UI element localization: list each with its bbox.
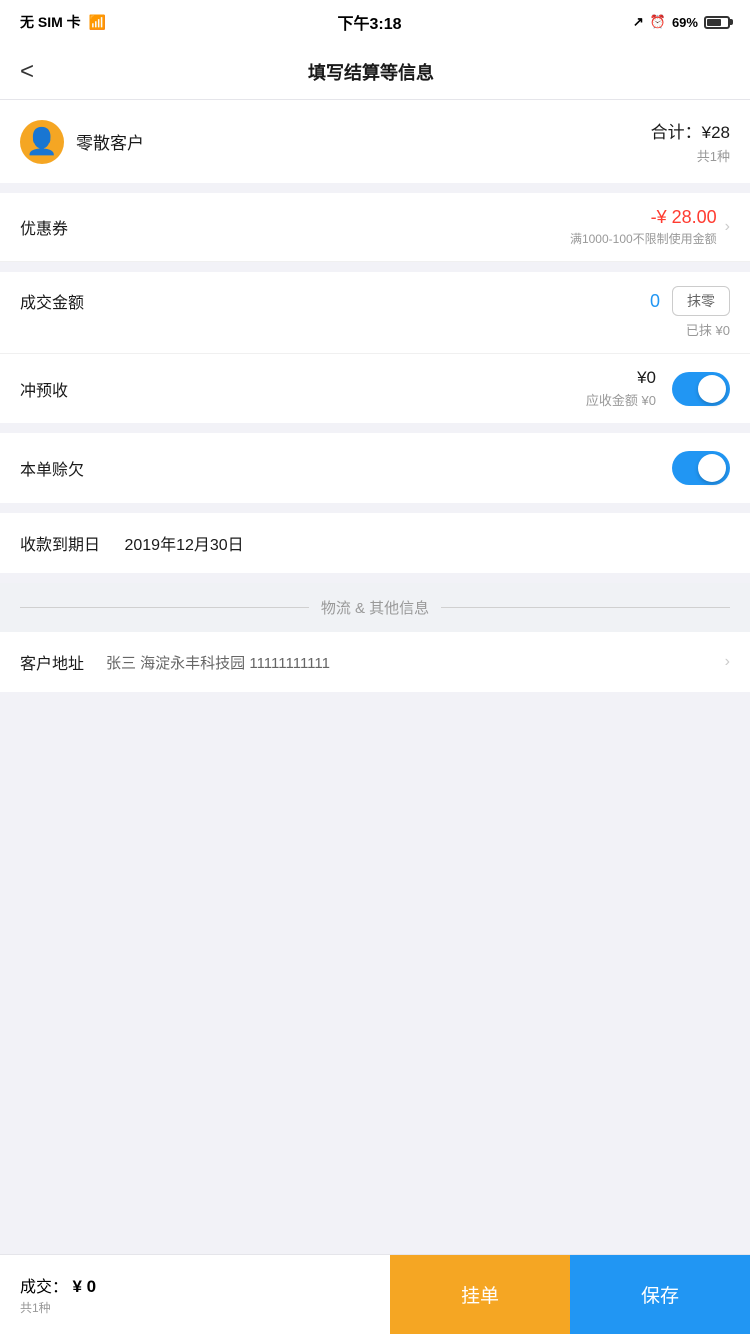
address-section[interactable]: 客户地址 张三 海淀永丰科技园 11111111111 ›	[0, 632, 750, 692]
prepay-right: ¥0 应收金额 ¥0	[586, 368, 730, 409]
save-button[interactable]: 保存	[570, 1255, 750, 1334]
bottom-bar: 成交： ¥ 0 共1种 挂单 保存	[0, 1254, 750, 1334]
duedate-section: 收款到期日 2019年12月30日	[0, 513, 750, 573]
bottom-deal-count: 共1种	[20, 1299, 370, 1316]
bottom-deal-label-row: 成交： ¥ 0	[20, 1273, 370, 1297]
location-icon: ↗	[633, 14, 644, 30]
status-left: 无 SIM 卡 📶	[20, 12, 106, 32]
duedate-label: 收款到期日	[20, 537, 100, 554]
bottom-btn-group: 挂单 保存	[390, 1255, 750, 1334]
logistics-label: 物流 & 其他信息	[321, 597, 429, 618]
deal-prepay-section: 成交金额 0 抹零 已抹 ¥0 冲预收 ¥0 应收金额 ¥0	[0, 272, 750, 423]
empty-space	[0, 692, 750, 892]
customer-name: 零散客户	[76, 129, 144, 154]
credit-label: 本单赊欠	[20, 456, 84, 480]
customer-left: 👤 零散客户	[20, 120, 144, 164]
page-title: 填写结算等信息	[42, 59, 700, 85]
prepay-amount-sub: 应收金额 ¥0	[586, 390, 656, 409]
person-icon: 👤	[26, 126, 58, 157]
prepay-toggle[interactable]	[672, 372, 730, 406]
alarm-icon: ⏰	[650, 14, 666, 30]
coupon-label: 优惠券	[20, 215, 68, 239]
coupon-desc: 满1000-100不限制使用金额	[570, 230, 717, 247]
round-button[interactable]: 抹零	[672, 286, 730, 316]
coupon-right: -¥ 28.00 满1000-100不限制使用金额	[570, 207, 717, 247]
duedate-value: 2019年12月30日	[124, 537, 243, 554]
bottom-deal-info: 成交： ¥ 0 共1种	[0, 1273, 390, 1316]
status-right: ↗ ⏰ 69%	[633, 14, 730, 30]
bottom-deal-amount: ¥ 0	[72, 1277, 96, 1296]
content: 👤 零散客户 合计：¥28 共1种 优惠券 -¥ 28.00 满1000-100…	[0, 100, 750, 992]
credit-toggle-knob	[698, 454, 726, 482]
total-amount: 合计：¥28	[651, 118, 730, 143]
coupon-section: 优惠券 -¥ 28.00 满1000-100不限制使用金额 ›	[0, 193, 750, 262]
prepay-row: 冲预收 ¥0 应收金额 ¥0	[0, 354, 750, 423]
wifi-icon: 📶	[89, 14, 106, 31]
bottom-deal-label: 成交：	[20, 1279, 68, 1296]
deal-right: 0 抹零	[650, 286, 730, 316]
toggle-knob	[698, 375, 726, 403]
address-chevron-icon: ›	[725, 653, 730, 671]
status-time: 下午3:18	[337, 10, 401, 34]
address-value: 张三 海淀永丰科技园 11111111111	[106, 652, 725, 673]
battery-percent: 69%	[672, 15, 698, 30]
sim-status: 无 SIM 卡	[20, 12, 81, 32]
customer-row: 👤 零散客户 合计：¥28 共1种	[0, 100, 750, 183]
address-label: 客户地址	[20, 650, 90, 674]
prepay-amount-main: ¥0	[586, 368, 656, 388]
nav-bar: < 填写结算等信息	[0, 44, 750, 100]
deal-sub: 已抹 ¥0	[20, 320, 730, 339]
deal-row-top: 成交金额 0 抹零	[20, 286, 730, 316]
status-bar: 无 SIM 卡 📶 下午3:18 ↗ ⏰ 69%	[0, 0, 750, 44]
credit-toggle[interactable]	[672, 451, 730, 485]
divider-left	[20, 607, 309, 608]
coupon-amount: -¥ 28.00	[570, 207, 717, 228]
logistics-divider: 物流 & 其他信息	[0, 583, 750, 632]
coupon-row[interactable]: 优惠券 -¥ 28.00 满1000-100不限制使用金额 ›	[0, 193, 750, 262]
chevron-right-icon: ›	[725, 218, 730, 236]
divider-right	[441, 607, 730, 608]
credit-section: 本单赊欠	[0, 433, 750, 503]
prepay-label: 冲预收	[20, 377, 68, 401]
hold-button[interactable]: 挂单	[390, 1255, 570, 1334]
deal-row: 成交金额 0 抹零 已抹 ¥0	[0, 272, 750, 354]
prepay-amounts: ¥0 应收金额 ¥0	[586, 368, 656, 409]
back-button[interactable]: <	[20, 50, 42, 94]
total-count: 共1种	[651, 146, 730, 165]
deal-label: 成交金额	[20, 289, 84, 313]
battery-icon	[704, 16, 730, 29]
avatar: 👤	[20, 120, 64, 164]
customer-right: 合计：¥28 共1种	[651, 118, 730, 165]
deal-amount: 0	[650, 291, 660, 312]
